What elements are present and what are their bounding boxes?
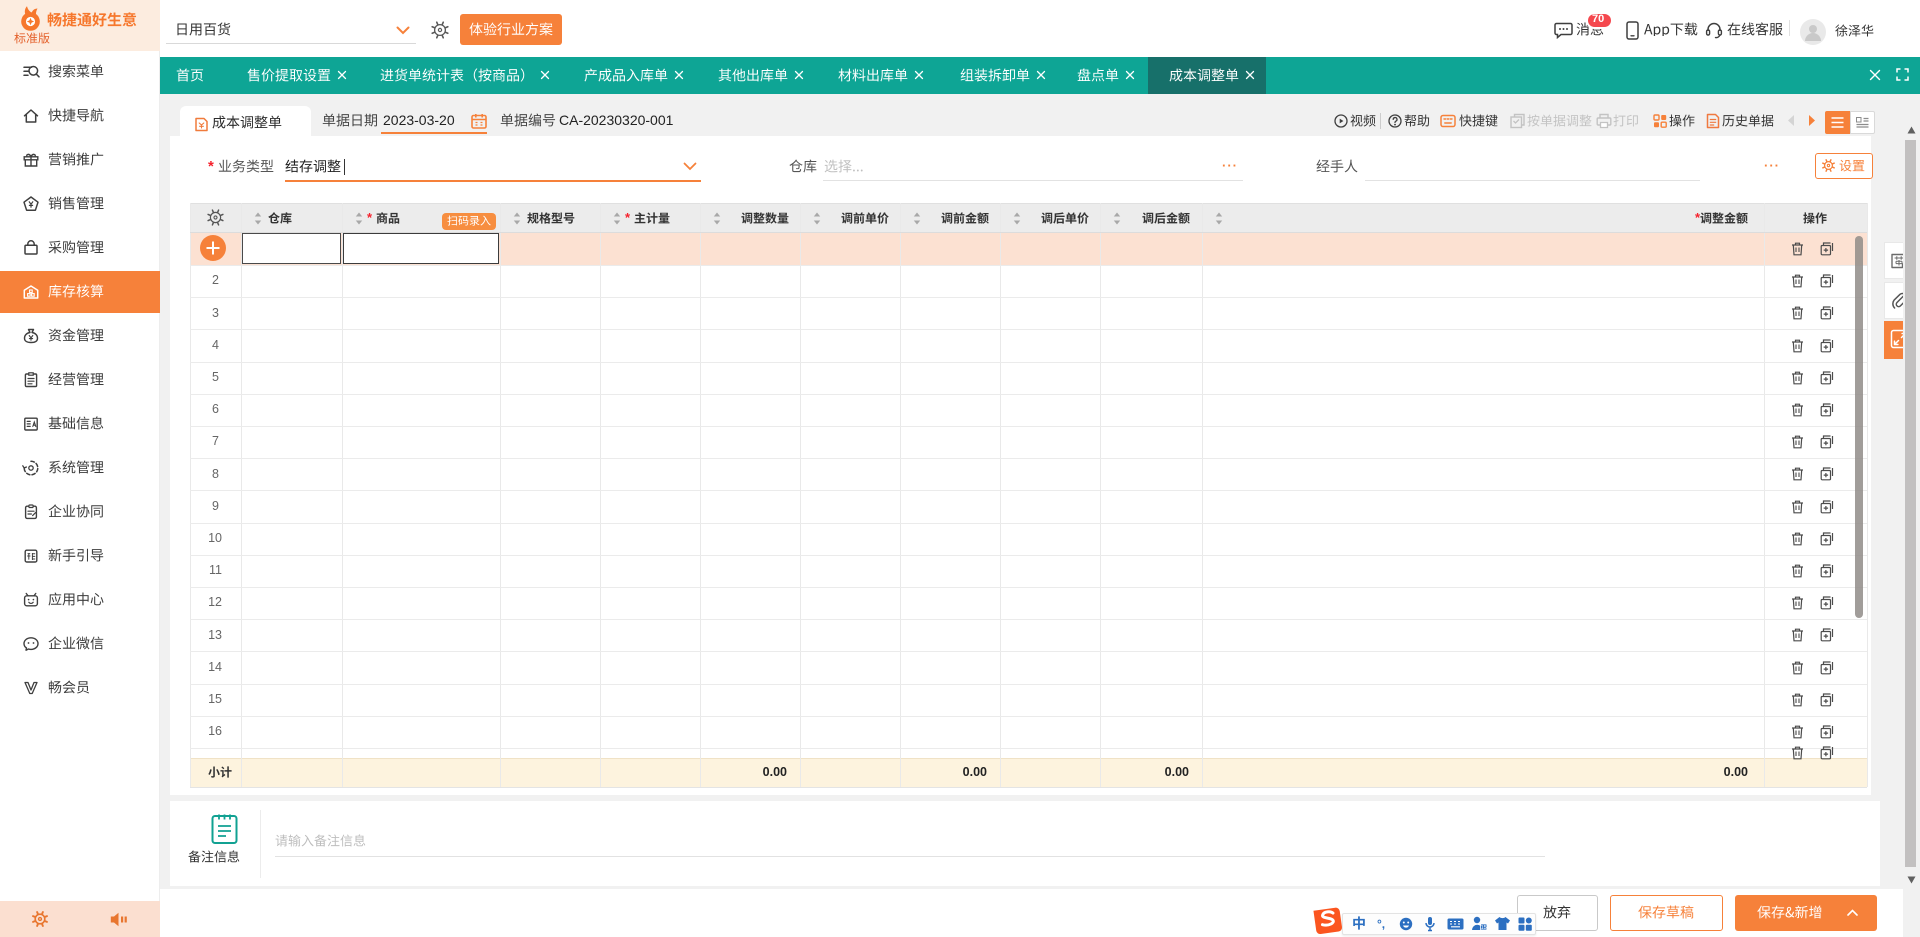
svg-text:15: 15 (1481, 925, 1487, 931)
